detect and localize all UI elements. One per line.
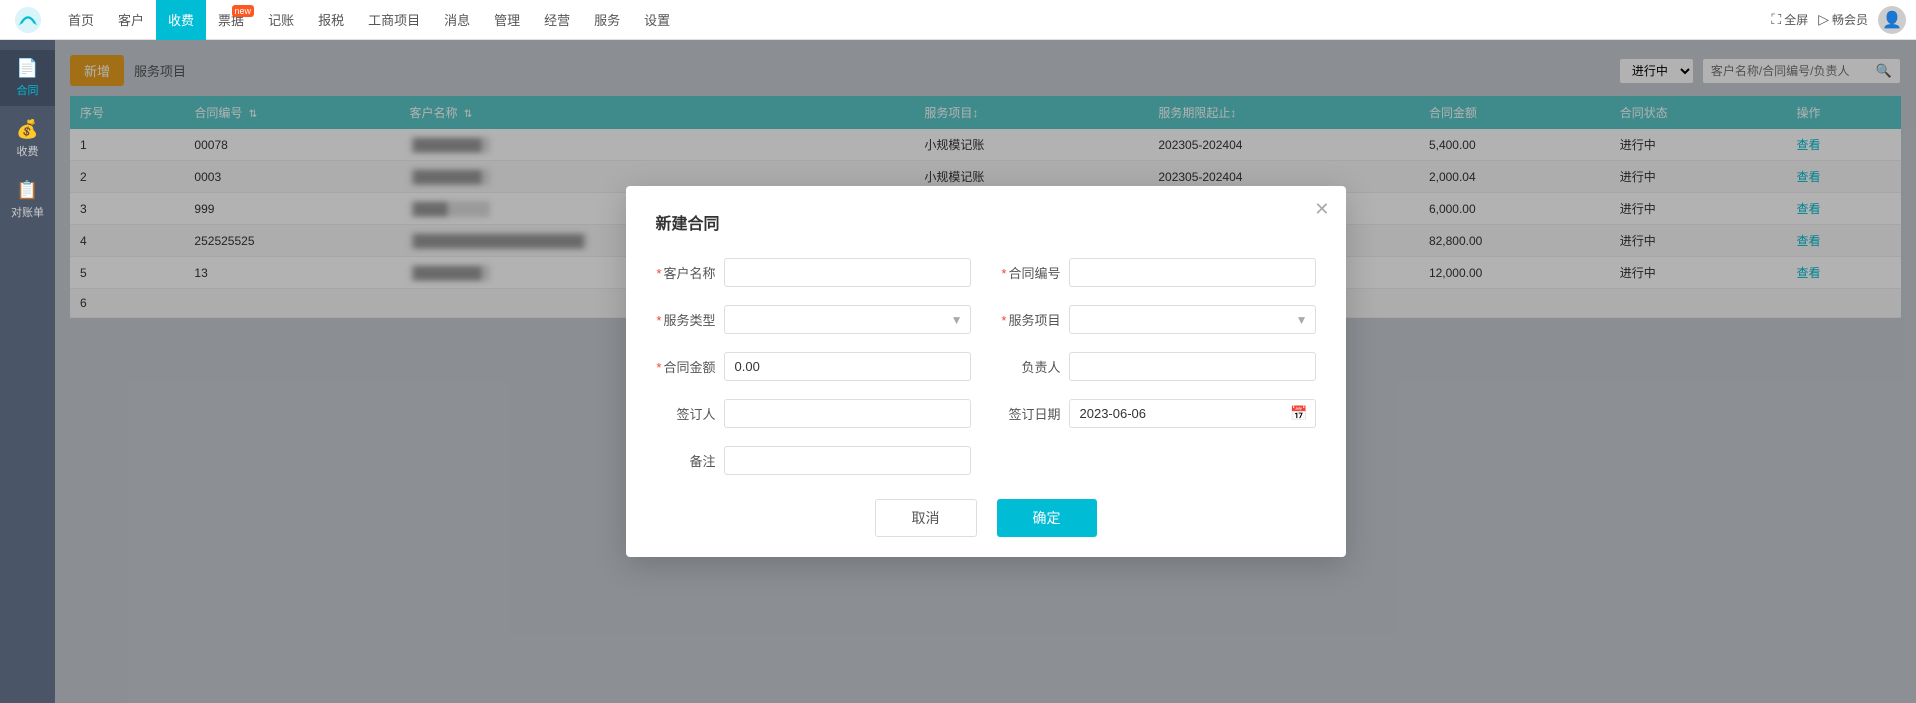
required-star: *	[656, 266, 661, 281]
confirm-button[interactable]: 确定	[997, 499, 1097, 537]
form-group-service-type: *服务类型 ▼	[656, 305, 971, 334]
fullscreen-button[interactable]: ⛶ 全屏	[1771, 11, 1808, 28]
customer-name-input[interactable]	[724, 258, 971, 287]
form-group-amount: *合同金额	[656, 352, 971, 381]
sign-date-label: 签订日期	[1001, 404, 1061, 423]
form-group-responsible: 负责人	[1001, 352, 1316, 381]
signer-label: 签订人	[656, 404, 716, 423]
sidebar: 📄 合同 💰 收费 📋 对账单	[0, 40, 55, 703]
close-button[interactable]: ✕	[1314, 200, 1329, 218]
sidebar-item-statement[interactable]: 📋 对账单	[0, 172, 55, 228]
nav-home[interactable]: 首页	[56, 0, 106, 40]
statement-icon: 📋	[16, 180, 38, 201]
form-group-contract-no: *合同编号	[1001, 258, 1316, 287]
form-row-5: 备注	[656, 446, 1316, 475]
nav-message[interactable]: 消息	[432, 0, 482, 40]
form-row-1: *客户名称 *合同编号	[656, 258, 1316, 287]
membership-button[interactable]: ▷ 畅会员	[1818, 11, 1868, 28]
responsible-input[interactable]	[1069, 352, 1316, 381]
responsible-label: 负责人	[1001, 357, 1061, 376]
fee-icon: 💰	[16, 119, 38, 140]
form-group-remark: 备注	[656, 446, 971, 475]
remark-label: 备注	[656, 451, 716, 470]
remark-input[interactable]	[724, 446, 971, 475]
contract-icon: 📄	[16, 58, 38, 79]
app-logo	[10, 2, 46, 38]
form-group-customer: *客户名称	[656, 258, 971, 287]
service-type-select[interactable]	[724, 305, 971, 334]
sidebar-item-contract[interactable]: 📄 合同	[0, 50, 55, 106]
nav-business[interactable]: 工商项目	[356, 0, 432, 40]
required-star: *	[1001, 313, 1006, 328]
nav-operation[interactable]: 经营	[532, 0, 582, 40]
required-star: *	[1001, 266, 1006, 281]
customer-name-label: *客户名称	[656, 263, 716, 282]
contract-no-label: *合同编号	[1001, 263, 1061, 282]
service-item-label: *服务项目	[1001, 310, 1061, 329]
required-star: *	[656, 360, 661, 375]
contract-no-input[interactable]	[1069, 258, 1316, 287]
form-row-2: *服务类型 ▼ *服务项目	[656, 305, 1316, 334]
nav-settings[interactable]: 设置	[632, 0, 682, 40]
cancel-button[interactable]: 取消	[875, 499, 977, 537]
form-row-3: *合同金额 负责人	[656, 352, 1316, 381]
nav-accounting[interactable]: 记账	[256, 0, 306, 40]
nav-invoice[interactable]: 票据new	[206, 0, 256, 40]
nav-fee[interactable]: 收费	[156, 0, 206, 40]
nav-customer[interactable]: 客户	[106, 0, 156, 40]
main-layout: 📄 合同 💰 收费 📋 对账单 新增 服务项目 进行中 已完成 已取消	[0, 40, 1916, 703]
amount-input[interactable]	[724, 352, 971, 381]
nav-service[interactable]: 服务	[582, 0, 632, 40]
content-area: 新增 服务项目 进行中 已完成 已取消 🔍 序号 合同编号 ⇅	[55, 40, 1916, 703]
service-item-select[interactable]	[1069, 305, 1316, 334]
modal-title: 新建合同	[656, 210, 1316, 234]
required-star: *	[656, 313, 661, 328]
signer-input[interactable]	[724, 399, 971, 428]
amount-label: *合同金额	[656, 357, 716, 376]
new-badge: new	[232, 5, 255, 17]
new-contract-modal: 新建合同 ✕ *客户名称 *合同编号 *服务类型	[626, 186, 1346, 557]
top-navigation: 首页 客户 收费 票据new 记账 报税 工商项目 消息 管理 经营 服务 设置…	[0, 0, 1916, 40]
form-group-service-item: *服务项目 ▼	[1001, 305, 1316, 334]
service-type-select-wrapper: ▼	[724, 305, 971, 334]
nav-menu: 首页 客户 收费 票据new 记账 报税 工商项目 消息 管理 经营 服务 设置	[56, 0, 1771, 40]
service-type-label: *服务类型	[656, 310, 716, 329]
sign-date-wrapper: 📅	[1069, 399, 1316, 428]
modal-overlay: 新建合同 ✕ *客户名称 *合同编号 *服务类型	[55, 40, 1916, 703]
nav-right-area: ⛶ 全屏 ▷ 畅会员 👤	[1771, 6, 1906, 34]
nav-manage[interactable]: 管理	[482, 0, 532, 40]
avatar[interactable]: 👤	[1878, 6, 1906, 34]
form-group-signer: 签订人	[656, 399, 971, 428]
sidebar-item-fee[interactable]: 💰 收费	[0, 111, 55, 167]
sign-date-input[interactable]	[1069, 399, 1316, 428]
form-row-4: 签订人 签订日期 📅	[656, 399, 1316, 428]
service-item-select-wrapper: ▼	[1069, 305, 1316, 334]
form-group-sign-date: 签订日期 📅	[1001, 399, 1316, 428]
nav-tax[interactable]: 报税	[306, 0, 356, 40]
modal-footer: 取消 确定	[656, 499, 1316, 537]
